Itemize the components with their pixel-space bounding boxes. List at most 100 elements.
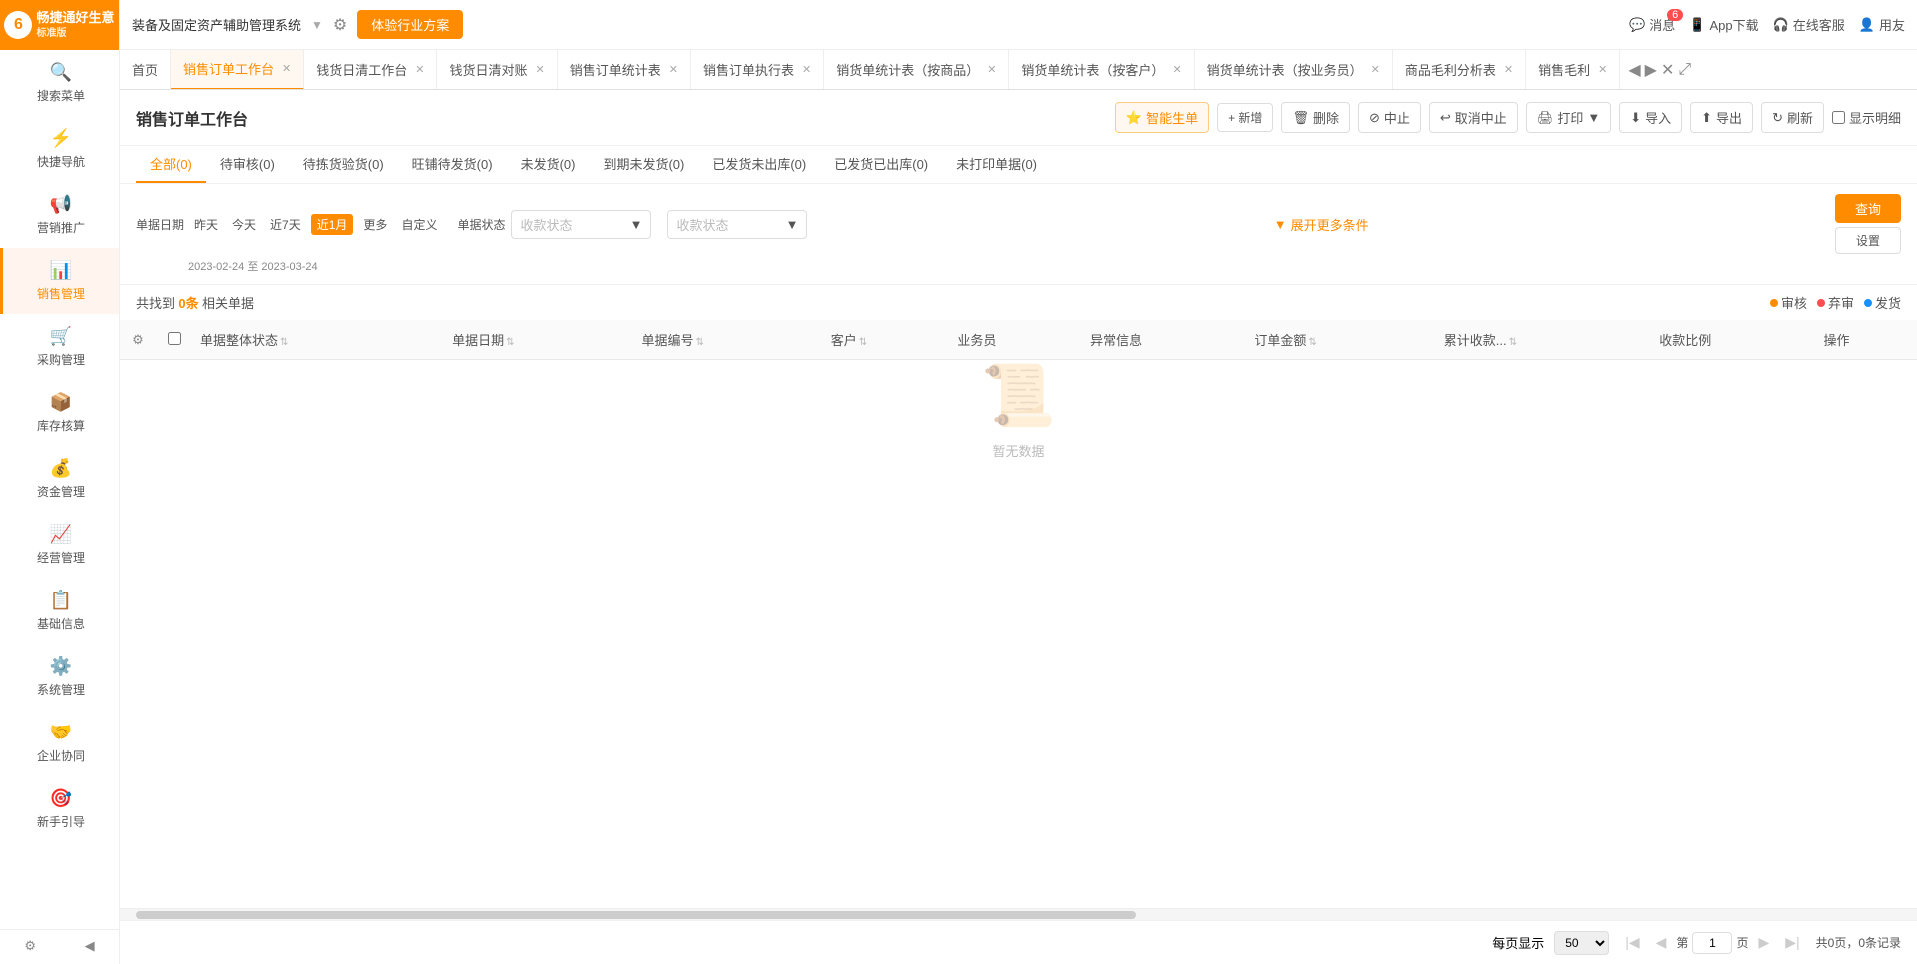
sub-tab-pending_inspect[interactable]: 待拣货验货(0) [289,146,398,183]
message-btn[interactable]: 💬 消息 6 [1629,15,1675,34]
nav-tab-close-sales_stat_product[interactable]: ✕ [987,63,996,76]
sort-icon-date[interactable]: ⇅ [506,337,514,348]
sort-icon-collected[interactable]: ⇅ [1509,337,1517,348]
import-button[interactable]: ⬇ 导入 [1619,102,1682,133]
nav-tab-sales_stat_product[interactable]: 销货单统计表（按商品）✕ [824,50,1009,90]
sort-icon-status[interactable]: ⇅ [280,337,288,348]
page-input[interactable] [1692,932,1732,954]
nav-tab-home[interactable]: 首页 [120,50,171,90]
date-opt-近7天[interactable]: 近7天 [266,214,305,235]
sidebar-item-marketing[interactable]: 📢营销推广 [0,182,119,248]
table-action-label-ship: 发货 [1875,293,1901,312]
sidebar-item-finance[interactable]: 💰资金管理 [0,446,119,512]
nav-tab-close-margin_analysis[interactable]: ✕ [1504,63,1513,76]
date-opt-自定义[interactable]: 自定义 [397,214,441,235]
sub-tab-not_printed[interactable]: 未打印单据(0) [942,146,1051,183]
trial-button[interactable]: 体验行业方案 [357,10,463,39]
collapse-bottom-btn[interactable]: ◀ [85,938,95,956]
refresh-button[interactable]: ↻ 刷新 [1761,102,1824,133]
cancel-stop-button[interactable]: ↩ 取消中止 [1429,102,1518,133]
user-btn[interactable]: 👤 用友 [1859,15,1905,34]
page-size-select[interactable]: 102050100 [1554,931,1609,955]
next-page-btn[interactable]: ▶ [1752,932,1775,953]
expand-filter-btn[interactable]: ▼ 展开更多条件 [1274,215,1369,234]
sub-tab-pending_review[interactable]: 待审核(0) [206,146,289,183]
sub-tab-wangpu_pending[interactable]: 旺铺待发货(0) [398,146,507,183]
nav-tabs-expand-btn[interactable]: ⤢ [1678,61,1691,79]
payment-select[interactable]: 收款状态 ▼ [667,210,807,239]
settings-bottom-btn[interactable]: ⚙ [24,938,36,956]
stop-button[interactable]: ⊘ 中止 [1358,102,1421,133]
horizontal-scrollbar[interactable] [120,908,1917,920]
date-opt-今天[interactable]: 今天 [228,214,260,235]
sidebar-item-icon-inventory: 📦 [50,392,72,413]
nav-tab-sales_stat_staff[interactable]: 销货单统计表（按业务员）✕ [1195,50,1393,90]
nav-tab-sales_workbench[interactable]: 销售订单工作台✕ [171,50,304,90]
nav-tab-label-cashflow_reconcile: 钱货日清对账 [449,60,527,79]
nav-tab-close-sales_stat_customer[interactable]: ✕ [1172,63,1181,76]
sub-tab-all[interactable]: 全部(0) [136,146,206,183]
sidebar-item-system[interactable]: ⚙️系统管理 [0,644,119,710]
settings-bottom-icon: ⚙ [24,938,36,954]
export-button[interactable]: ⬆ 导出 [1690,102,1753,133]
nav-tabs-next-btn[interactable]: ▶ [1645,60,1657,80]
th-checkbox-all[interactable] [168,332,181,345]
app-download-btn[interactable]: 📱 App下载 [1689,15,1758,34]
show-detail-input[interactable] [1832,111,1845,124]
sort-icon-number[interactable]: ⇅ [695,337,703,348]
nav-tabs-prev-btn[interactable]: ◀ [1628,60,1640,80]
query-button[interactable]: 查询 [1835,194,1901,223]
prev-page-btn[interactable]: ◀ [1650,932,1673,953]
nav-tab-cashflow_daily[interactable]: 钱货日清工作台✕ [304,50,437,90]
sidebar-item-inventory[interactable]: 📦库存核算 [0,380,119,446]
nav-tab-close-sales_workbench[interactable]: ✕ [282,62,291,75]
nav-tab-close-cashflow_reconcile[interactable]: ✕ [536,63,545,76]
sidebar-item-guide[interactable]: 🎯新手引导 [0,776,119,842]
sidebar-item-sales[interactable]: 📊销售管理 [0,248,119,314]
nav-tab-sales_stat_customer[interactable]: 销货单统计表（按客户）✕ [1009,50,1194,90]
nav-tab-close-cashflow_daily[interactable]: ✕ [415,63,424,76]
sub-tab-overdue_not_shipped[interactable]: 到期未发货(0) [589,146,698,183]
nav-tab-sales_exec[interactable]: 销售订单执行表✕ [691,50,824,90]
sort-icon-amount[interactable]: ⇅ [1308,337,1316,348]
sidebar-item-operation[interactable]: 📈经营管理 [0,512,119,578]
th-settings-icon[interactable]: ⚙ [132,332,144,347]
add-button[interactable]: + 新增 [1217,103,1273,132]
nav-tab-close-sales_exec[interactable]: ✕ [802,63,811,76]
date-opt-昨天[interactable]: 昨天 [190,214,222,235]
nav-tab-sales_margin[interactable]: 销售毛利✕ [1526,50,1620,90]
date-opt-更多[interactable]: 更多 [359,214,391,235]
date-opt-近1月[interactable]: 近1月 [311,214,354,235]
nav-tab-sales_stat[interactable]: 销售订单统计表✕ [558,50,691,90]
sub-tab-shipped_not_out[interactable]: 已发货未出库(0) [698,146,820,183]
sort-icon-customer[interactable]: ⇅ [859,337,867,348]
nav-tab-close-sales_margin[interactable]: ✕ [1598,63,1607,76]
show-detail-checkbox[interactable]: 显示明细 [1832,108,1901,127]
delete-button[interactable]: 🗑 删除 [1281,102,1350,133]
status-select[interactable]: 收款状态 ▼ [511,210,651,239]
filter-settings-button[interactable]: 设置 [1835,227,1901,254]
nav-tabs-close-all-btn[interactable]: ✕ [1661,60,1674,80]
settings-icon[interactable]: ⚙ [333,15,347,35]
first-page-btn[interactable]: |◀ [1619,932,1645,953]
table-action-ship[interactable]: 发货 [1864,293,1901,312]
sub-tab-shipped_out[interactable]: 已发货已出库(0) [820,146,942,183]
th-label-collected: 累计收款... [1444,333,1507,348]
print-button[interactable]: 🖨 打印 ▼ [1526,102,1611,133]
nav-tab-close-sales_stat[interactable]: ✕ [669,63,678,76]
sidebar-item-quicknav[interactable]: ⚡快捷导航 [0,116,119,182]
scroll-thumb[interactable] [136,911,1136,919]
sidebar-item-search[interactable]: 🔍搜索菜单 [0,50,119,116]
sidebar-item-purchase[interactable]: 🛒采购管理 [0,314,119,380]
sub-tab-not_shipped[interactable]: 未发货(0) [507,146,590,183]
sidebar-item-basic[interactable]: 📋基础信息 [0,578,119,644]
online-service-btn[interactable]: 🎧 在线客服 [1773,15,1845,34]
table-action-review[interactable]: 审核 [1770,293,1807,312]
nav-tab-cashflow_reconcile[interactable]: 钱货日清对账 ✕ [437,50,557,90]
table-action-unview[interactable]: 弃审 [1817,293,1854,312]
sidebar-item-corp[interactable]: 🤝企业协同 [0,710,119,776]
nav-tab-margin_analysis[interactable]: 商品毛利分析表✕ [1393,50,1526,90]
smart-create-button[interactable]: ⭐ 智能生单 [1115,102,1209,133]
last-page-btn[interactable]: ▶| [1779,932,1805,953]
nav-tab-close-sales_stat_staff[interactable]: ✕ [1371,63,1380,76]
